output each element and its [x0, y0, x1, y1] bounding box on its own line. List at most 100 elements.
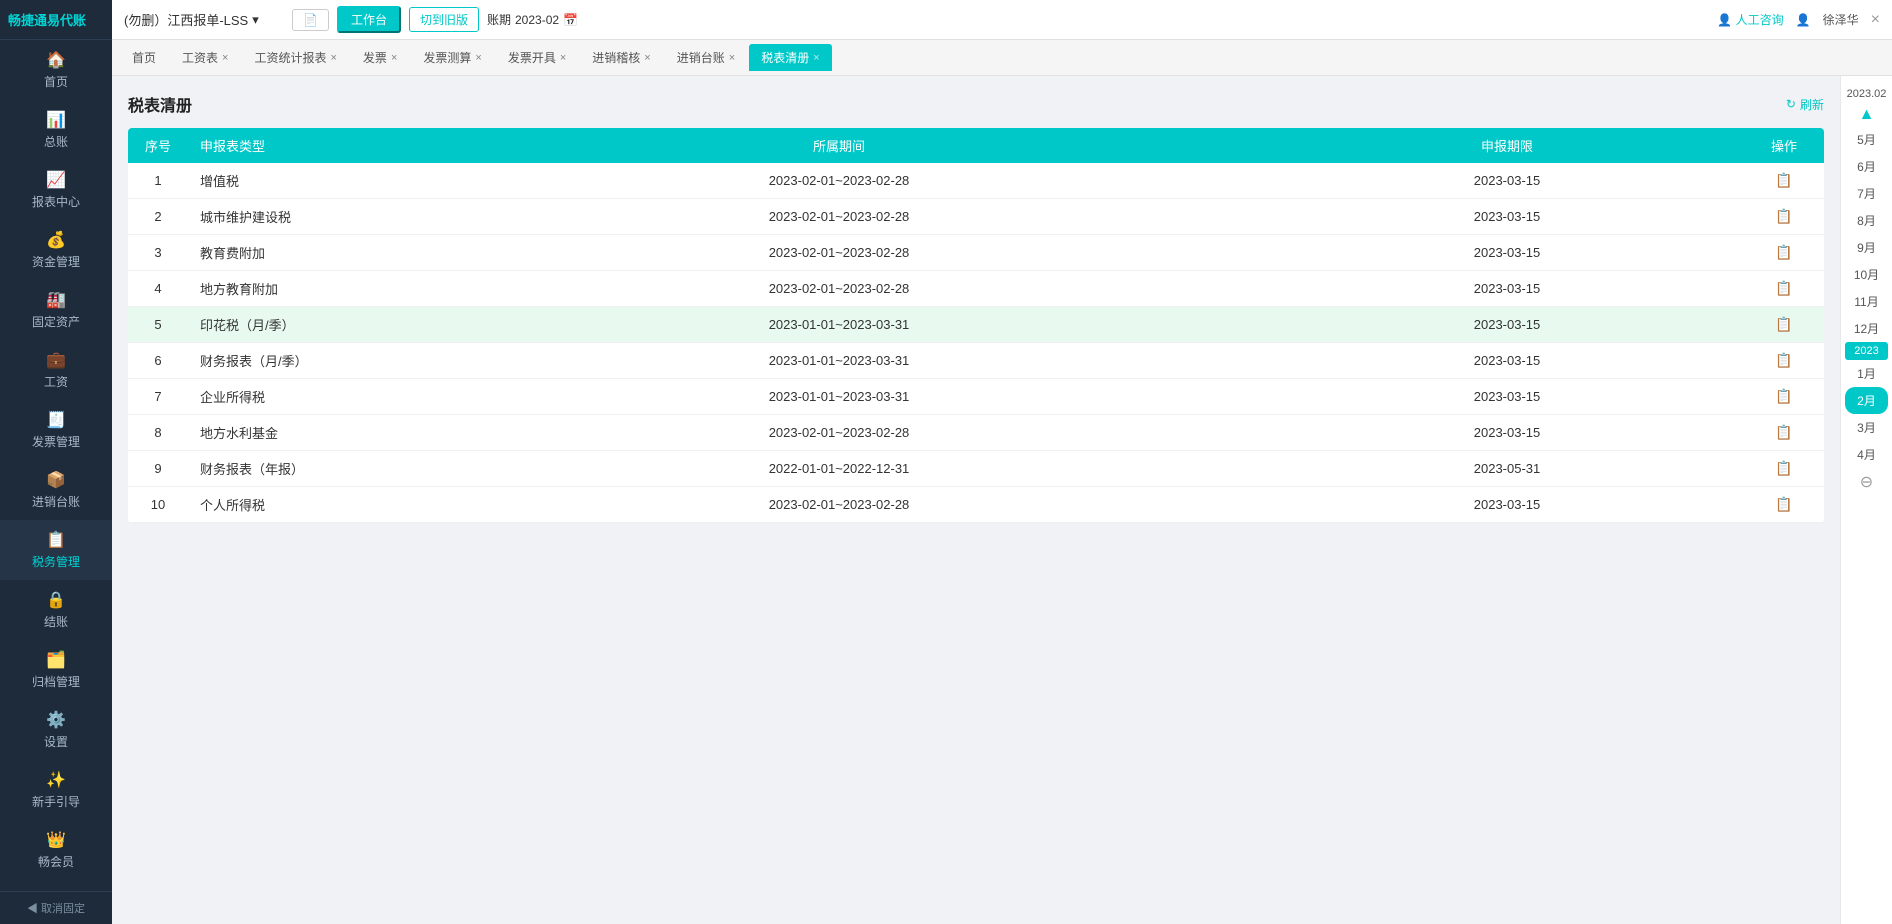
right-panel-month-6[interactable]: 6月	[1845, 153, 1888, 180]
cell-action: 📋	[1744, 379, 1824, 415]
cell-deadline: 2023-03-15	[1270, 487, 1744, 523]
user-avatar: 👤	[1796, 13, 1811, 27]
right-panel-month-12[interactable]: 12月	[1845, 315, 1888, 342]
right-panel-up-button[interactable]: ▲	[1857, 104, 1877, 126]
copy-button[interactable]: 📄	[292, 9, 329, 31]
right-panel-month-10[interactable]: 10月	[1845, 261, 1888, 288]
cell-no: 6	[128, 343, 188, 379]
sidebar-item-ledger[interactable]: 📊 总账	[0, 100, 112, 160]
tab-invoice-open-label: 发票开具	[508, 49, 556, 66]
action-edit-icon[interactable]: 📋	[1775, 172, 1792, 188]
right-panel-month-4[interactable]: 4月	[1845, 441, 1888, 468]
human-consult-button[interactable]: 👤 人工咨询	[1717, 11, 1783, 28]
sidebar-item-tax[interactable]: 📋 税务管理	[0, 520, 112, 580]
fund-icon: 💰	[46, 230, 66, 250]
tab-home-label: 首页	[132, 49, 156, 66]
col-deadline: 申报期限	[1270, 128, 1744, 163]
tab-stock-check[interactable]: 进销稽核 ×	[580, 44, 662, 71]
action-edit-icon[interactable]: 📋	[1775, 244, 1792, 260]
tab-stock-check-close[interactable]: ×	[644, 52, 650, 64]
action-edit-icon[interactable]: 📋	[1775, 460, 1792, 476]
cell-no: 9	[128, 451, 188, 487]
logo-text: 畅捷通易代账	[8, 10, 86, 29]
calendar-icon[interactable]: 📅	[563, 13, 578, 27]
right-panel-month-2[interactable]: 2月	[1845, 387, 1888, 414]
tab-invoice-label: 发票	[363, 49, 387, 66]
right-panel-month-5[interactable]: 5月	[1845, 126, 1888, 153]
cell-period: 2023-02-01~2023-02-28	[408, 271, 1270, 307]
table-row: 6 财务报表（月/季） 2023-01-01~2023-03-31 2023-0…	[128, 343, 1824, 379]
action-edit-icon[interactable]: 📋	[1775, 280, 1792, 296]
tab-invoice-close[interactable]: ×	[391, 52, 397, 64]
tab-invoice-check-label: 发票测算	[423, 49, 471, 66]
tab-salary-report[interactable]: 工资统计报表 ×	[242, 44, 348, 71]
right-panel-collapse-button[interactable]: ⊖	[1860, 472, 1873, 492]
col-type: 申报表类型	[188, 128, 408, 163]
refresh-button[interactable]: ↻ 刷新	[1786, 96, 1824, 113]
username: 徐泽华	[1823, 11, 1859, 28]
table-row: 10 个人所得税 2023-02-01~2023-02-28 2023-03-1…	[128, 487, 1824, 523]
company-selector[interactable]: (勿删）江西报单-LSS ▾	[124, 10, 284, 29]
right-panel-year-2023[interactable]: 2023	[1845, 342, 1888, 360]
action-edit-icon[interactable]: 📋	[1775, 496, 1792, 512]
sidebar-item-member[interactable]: 👑 畅会员	[0, 820, 112, 880]
unpin-icon: ◀	[27, 903, 38, 915]
tab-tax-list-close[interactable]: ×	[813, 52, 819, 64]
tab-invoice-check-close[interactable]: ×	[475, 52, 481, 64]
fixed-icon: 🏭	[46, 290, 66, 310]
tab-salary[interactable]: 工资表 ×	[170, 44, 240, 71]
tab-invoice-open[interactable]: 发票开具 ×	[496, 44, 578, 71]
action-edit-icon[interactable]: 📋	[1775, 316, 1792, 332]
switch-old-button[interactable]: 切到旧版	[409, 7, 479, 32]
sidebar-item-close[interactable]: 🔒 结账	[0, 580, 112, 640]
tab-stock-check-label: 进销稽核	[592, 49, 640, 66]
cell-action: 📋	[1744, 415, 1824, 451]
right-panel-month-7[interactable]: 7月	[1845, 180, 1888, 207]
sidebar-item-invoice[interactable]: 🧾 发票管理	[0, 400, 112, 460]
sidebar-label-home: 首页	[44, 73, 68, 90]
tab-invoice-check[interactable]: 发票测算 ×	[411, 44, 493, 71]
tab-home[interactable]: 首页	[120, 44, 168, 71]
right-panel-month-11[interactable]: 11月	[1845, 288, 1888, 315]
tab-invoice[interactable]: 发票 ×	[351, 44, 409, 71]
sidebar-unpin-button[interactable]: ◀ 取消固定	[0, 891, 112, 924]
sidebar-item-report[interactable]: 📈 报表中心	[0, 160, 112, 220]
sidebar-logo: 畅捷通易代账	[0, 0, 112, 40]
cell-deadline: 2023-03-15	[1270, 343, 1744, 379]
sidebar-item-salary[interactable]: 💼 工资	[0, 340, 112, 400]
cell-deadline: 2023-05-31	[1270, 451, 1744, 487]
action-edit-icon[interactable]: 📋	[1775, 388, 1792, 404]
right-panel-month-8[interactable]: 8月	[1845, 207, 1888, 234]
sidebar-item-home[interactable]: 🏠 首页	[0, 40, 112, 100]
workspace-button[interactable]: 工作台	[337, 6, 401, 33]
cell-period: 2023-02-01~2023-02-28	[408, 163, 1270, 199]
sidebar-item-guide[interactable]: ✨ 新手引导	[0, 760, 112, 820]
tab-stock-ledger-label: 进销台账	[677, 49, 725, 66]
tab-tax-list[interactable]: 税表清册 ×	[749, 44, 831, 71]
right-panel-month-1[interactable]: 1月	[1845, 360, 1888, 387]
sidebar-item-settings[interactable]: ⚙️ 设置	[0, 700, 112, 760]
tabbar: 首页 工资表 × 工资统计报表 × 发票 × 发票测算 × 发票开具 × 进销稽…	[112, 40, 1892, 76]
table-row: 8 地方水利基金 2023-02-01~2023-02-28 2023-03-1…	[128, 415, 1824, 451]
cell-period: 2023-01-01~2023-03-31	[408, 343, 1270, 379]
tab-stock-ledger-close[interactable]: ×	[729, 52, 735, 64]
sidebar-item-fund[interactable]: 💰 资金管理	[0, 220, 112, 280]
table-row: 2 城市维护建设税 2023-02-01~2023-02-28 2023-03-…	[128, 199, 1824, 235]
right-panel-month-9[interactable]: 9月	[1845, 234, 1888, 261]
period-value: 2023-02	[515, 13, 559, 27]
tab-stock-ledger[interactable]: 进销台账 ×	[665, 44, 747, 71]
sidebar-item-fixed[interactable]: 🏭 固定资产	[0, 280, 112, 340]
right-panel-month-3[interactable]: 3月	[1845, 414, 1888, 441]
tab-salary-close[interactable]: ×	[222, 52, 228, 64]
tab-salary-report-close[interactable]: ×	[330, 52, 336, 64]
tab-salary-label: 工资表	[182, 49, 218, 66]
sidebar-item-archive[interactable]: 🗂️ 归档管理	[0, 640, 112, 700]
table-row: 9 财务报表（年报） 2022-01-01~2022-12-31 2023-05…	[128, 451, 1824, 487]
action-edit-icon[interactable]: 📋	[1775, 352, 1792, 368]
action-edit-icon[interactable]: 📋	[1775, 424, 1792, 440]
close-window-button[interactable]: ×	[1871, 11, 1880, 29]
cell-deadline: 2023-03-15	[1270, 163, 1744, 199]
tab-invoice-open-close[interactable]: ×	[560, 52, 566, 64]
sidebar-item-stock[interactable]: 📦 进销台账	[0, 460, 112, 520]
action-edit-icon[interactable]: 📋	[1775, 208, 1792, 224]
